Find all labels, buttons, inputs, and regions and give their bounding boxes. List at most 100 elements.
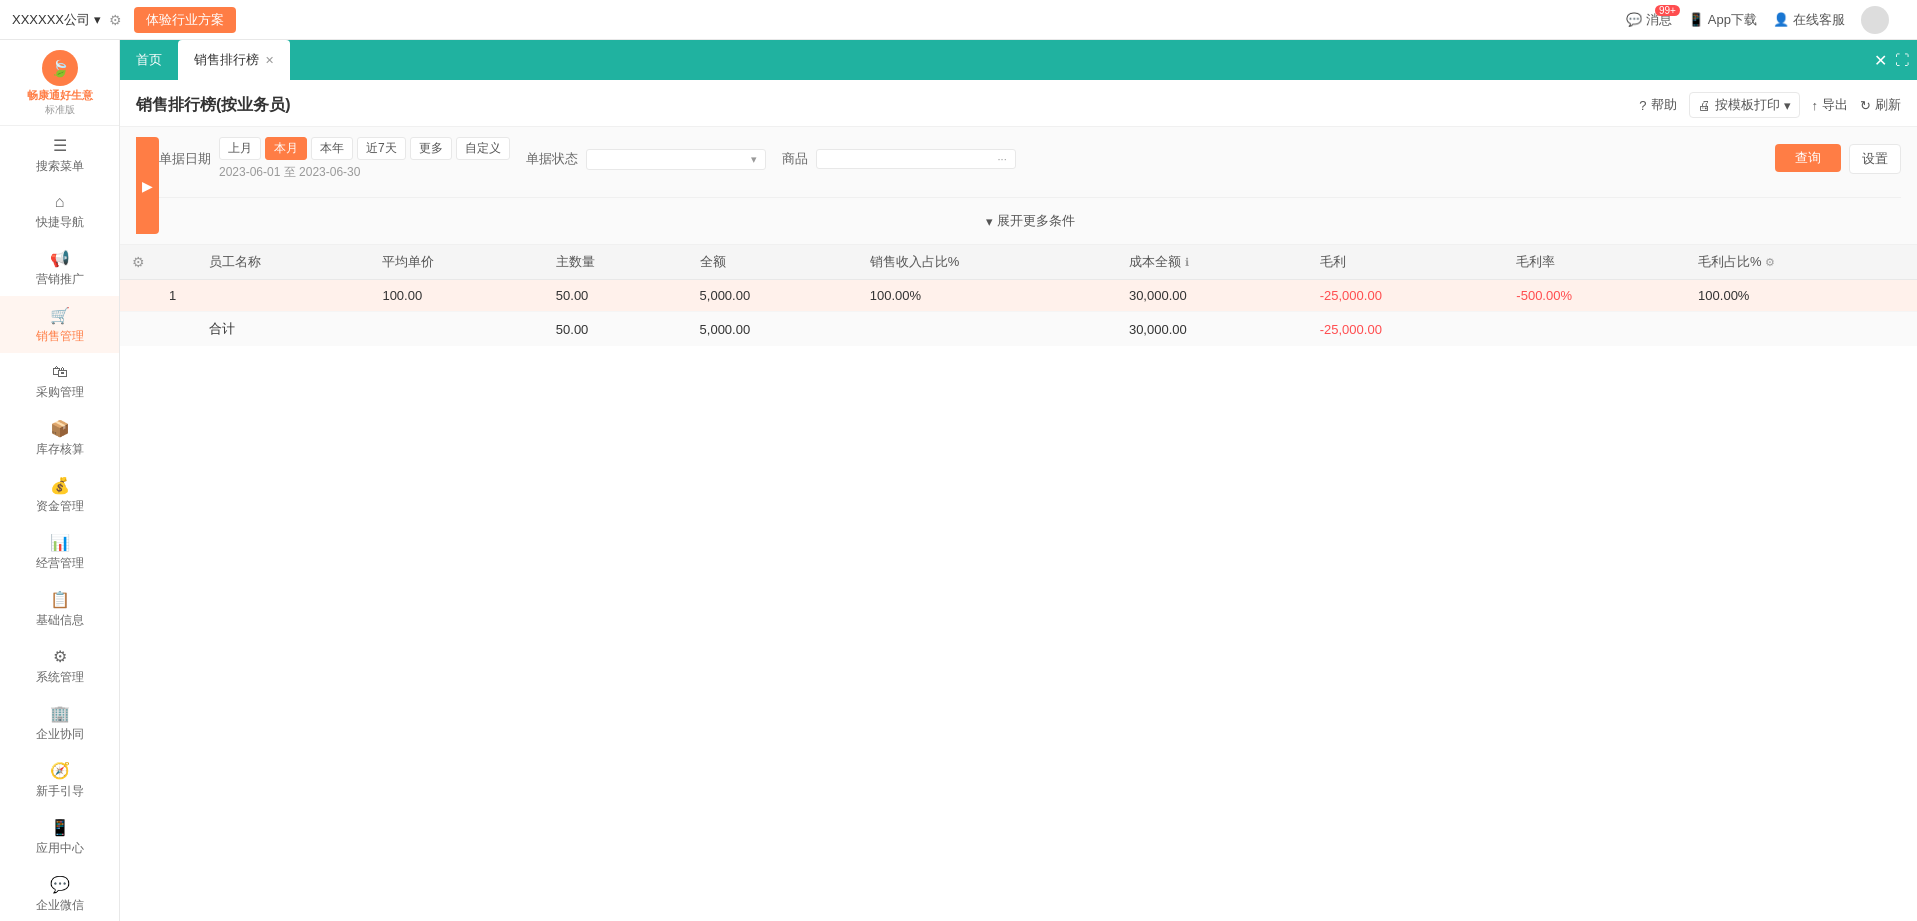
goods-input-dots: ···	[998, 153, 1007, 165]
date-btn-this-year[interactable]: 本年	[311, 137, 353, 160]
sidebar-item-purchase[interactable]: 🛍 采购管理	[0, 353, 119, 409]
th-employee: 员工名称	[197, 245, 370, 280]
sidebar-label-enterprise-wechat: 企业微信	[36, 897, 84, 914]
footer-gross-rate	[1504, 312, 1686, 347]
message-button[interactable]: 💬 消息 99+	[1626, 11, 1672, 29]
sidebar-item-quick-nav[interactable]: ⌂ 快捷导航	[0, 183, 119, 239]
sidebar-label-sales: 销售管理	[36, 328, 84, 345]
marketing-icon: 📢	[50, 249, 70, 268]
date-range-display: 2023-06-01 至 2023-06-30	[219, 164, 510, 181]
date-btn-this-month[interactable]: 本月	[265, 137, 307, 160]
newbie-icon: 🧭	[50, 761, 70, 780]
table-row: 1 100.00 50.00 5,000.00 100.00% 30,000.0…	[120, 280, 1917, 312]
sidebar-item-operations[interactable]: 📊 经营管理	[0, 523, 119, 580]
date-btn-last-month[interactable]: 上月	[219, 137, 261, 160]
sidebar-item-system[interactable]: ⚙ 系统管理	[0, 637, 119, 694]
system-icon: ⚙	[53, 647, 67, 666]
table-area: ⚙ 员工名称 平均单价 主数量 全额 销售收入占比% 成本全额 ℹ 毛利 毛利率…	[120, 245, 1917, 921]
expand-more-label: 展开更多条件	[997, 212, 1075, 230]
company-selector[interactable]: XXXXXX公司 ▾	[12, 11, 101, 29]
export-button[interactable]: ↑ 导出	[1812, 96, 1849, 114]
date-btn-7days[interactable]: 近7天	[357, 137, 406, 160]
tab-sales-rank[interactable]: 销售排行榜 ✕	[178, 40, 290, 80]
sidebar-label-finance: 资金管理	[36, 498, 84, 515]
tab-bar: 首页 销售排行榜 ✕ ✕ ⛶	[120, 40, 1917, 80]
sidebar-label-marketing: 营销推广	[36, 271, 84, 288]
sidebar-item-enterprise-wechat[interactable]: 💬 企业微信	[0, 865, 119, 921]
setting-button[interactable]: 设置	[1849, 144, 1901, 174]
status-filter-group: 单据状态 ▾	[526, 149, 766, 170]
goods-input[interactable]: ···	[816, 149, 1016, 169]
company-dropdown-icon: ▾	[94, 12, 101, 27]
td-qty: 50.00	[544, 280, 688, 312]
help-button[interactable]: ? 帮助	[1639, 96, 1676, 114]
sidebar-item-marketing[interactable]: 📢 营销推广	[0, 239, 119, 296]
sidebar-label-purchase: 采购管理	[36, 384, 84, 401]
filter-area: ▶ 单据日期 上月 本月 本年	[120, 127, 1917, 245]
td-gear-cell	[120, 280, 157, 312]
sidebar-item-enterprise[interactable]: 🏢 企业协同	[0, 694, 119, 751]
filter-right-actions: 查询 设置	[1767, 144, 1901, 174]
expand-more-button[interactable]: ▾ 展开更多条件	[986, 208, 1075, 234]
gross-pct-info-icon: ⚙	[1765, 256, 1775, 268]
topbar-gear-icon[interactable]: ⚙	[109, 12, 122, 28]
print-icon: 🖨	[1698, 98, 1711, 113]
td-gross-pct: 100.00%	[1686, 280, 1917, 312]
tab-sales-rank-label: 销售排行榜	[194, 51, 259, 69]
th-cost: 成本全额 ℹ	[1117, 245, 1308, 280]
date-filter-options: 上月 本月 本年 近7天 更多 自定义 2023-06-01 至 2023-06…	[219, 137, 510, 181]
sales-icon: 🛒	[50, 306, 70, 325]
tab-close-icon[interactable]: ✕	[265, 54, 274, 67]
status-select-arrow: ▾	[751, 153, 757, 166]
date-btn-custom[interactable]: 自定义	[456, 137, 510, 160]
expand-chevron-down-icon: ▾	[986, 214, 993, 229]
tab-maximize-icon[interactable]: ⛶	[1895, 52, 1909, 68]
refresh-button[interactable]: ↻ 刷新	[1860, 96, 1901, 114]
date-buttons: 上月 本月 本年 近7天 更多 自定义	[219, 137, 510, 160]
status-filter-label: 单据状态	[526, 150, 578, 168]
th-avg-price: 平均单价	[370, 245, 543, 280]
sidebar-label-enterprise: 企业协同	[36, 726, 84, 743]
filter-toggle-button[interactable]: ▶	[136, 137, 159, 234]
table-footer-row: 合计 50.00 5,000.00 30,000.00 -25,000.00	[120, 312, 1917, 347]
sidebar-item-basic-info[interactable]: 📋 基础信息	[0, 580, 119, 637]
tab-close-window-icon[interactable]: ✕	[1874, 51, 1887, 70]
th-sales-pct: 销售收入占比%	[858, 245, 1117, 280]
main-layout: 🍃 畅康通好生意 标准版 ☰ 搜索菜单 ⌂ 快捷导航 📢 营销推广 🛒 销售管理…	[0, 40, 1917, 921]
table-gear-icon[interactable]: ⚙	[132, 254, 145, 270]
app-center-icon: 📱	[50, 818, 70, 837]
content-area: 首页 销售排行榜 ✕ ✕ ⛶ 销售排行榜(按业务员) ? 帮助	[120, 40, 1917, 921]
sidebar-item-search-order[interactable]: ☰ 搜索菜单	[0, 126, 119, 183]
footer-gross-pct	[1686, 312, 1917, 347]
sidebar-item-inventory[interactable]: 📦 库存核算	[0, 409, 119, 466]
message-icon: 💬	[1626, 12, 1642, 27]
th-gear[interactable]: ⚙	[120, 245, 157, 280]
sidebar-label-basic-info: 基础信息	[36, 612, 84, 629]
logo-sub: 标准版	[45, 103, 75, 117]
trial-button[interactable]: 体验行业方案	[134, 7, 236, 33]
search-order-icon: ☰	[53, 136, 67, 155]
tab-home[interactable]: 首页	[120, 40, 178, 80]
help-label: 帮助	[1651, 96, 1677, 114]
status-select[interactable]: ▾	[586, 149, 766, 170]
filter-main-row: 单据日期 上月 本月 本年 近7天 更多 自定义	[159, 137, 1901, 181]
print-button[interactable]: 🖨 按模板打印 ▾	[1689, 92, 1800, 118]
app-download-button[interactable]: 📱 App下载	[1688, 11, 1757, 29]
sidebar-logo: 🍃 畅康通好生意 标准版	[0, 40, 119, 126]
sidebar-label-operations: 经营管理	[36, 555, 84, 572]
operations-icon: 📊	[50, 533, 70, 552]
page-actions: ? 帮助 🖨 按模板打印 ▾ ↑ 导出 ↻ 刷新	[1639, 92, 1901, 118]
export-icon: ↑	[1812, 98, 1819, 113]
user-avatar[interactable]	[1861, 6, 1889, 34]
date-btn-more[interactable]: 更多	[410, 137, 452, 160]
td-sales-pct: 100.00%	[858, 280, 1117, 312]
sidebar-item-newbie[interactable]: 🧭 新手引导	[0, 751, 119, 808]
sidebar-item-sales[interactable]: 🛒 销售管理	[0, 296, 119, 353]
online-service-button[interactable]: 👤 在线客服	[1773, 11, 1845, 29]
sidebar-item-app-center[interactable]: 📱 应用中心	[0, 808, 119, 865]
sidebar-item-finance[interactable]: 💰 资金管理	[0, 466, 119, 523]
query-button[interactable]: 查询	[1775, 144, 1841, 172]
enterprise-icon: 🏢	[50, 704, 70, 723]
date-filter-label: 单据日期	[159, 150, 211, 168]
app-icon: 📱	[1688, 12, 1704, 27]
